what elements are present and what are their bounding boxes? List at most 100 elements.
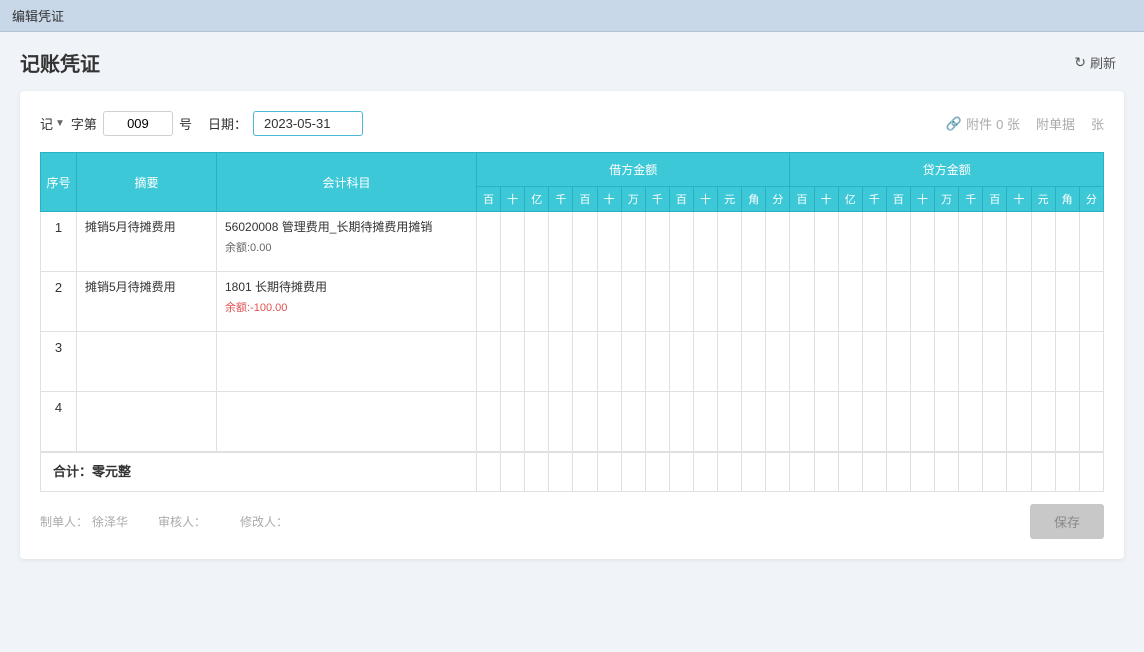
row1-debit-5[interactable] xyxy=(573,212,597,272)
row1-credit-13[interactable] xyxy=(1079,212,1103,272)
row1-debit-7[interactable] xyxy=(621,212,645,272)
row4-credit-10[interactable] xyxy=(1007,392,1031,452)
row1-debit-10[interactable] xyxy=(693,212,717,272)
row2-credit-7[interactable] xyxy=(935,272,959,332)
row3-credit-9[interactable] xyxy=(983,332,1007,392)
row3-debit-3[interactable] xyxy=(525,332,549,392)
row4-credit-6[interactable] xyxy=(910,392,934,452)
row2-debit-10[interactable] xyxy=(693,272,717,332)
row2-account[interactable]: 1801 长期待摊费用 余额:-100.00 xyxy=(217,272,477,332)
row1-seq[interactable]: 1 xyxy=(41,212,77,272)
row3-account[interactable] xyxy=(217,332,477,392)
voucher-number-input[interactable] xyxy=(103,111,173,136)
row3-credit-5[interactable] xyxy=(886,332,910,392)
refresh-button[interactable]: ↻ 刷新 xyxy=(1066,49,1124,76)
row4-credit-11[interactable] xyxy=(1031,392,1055,452)
row4-credit-2[interactable] xyxy=(814,392,838,452)
row1-credit-11[interactable] xyxy=(1031,212,1055,272)
row4-debit-3[interactable] xyxy=(525,392,549,452)
save-button[interactable]: 保存 xyxy=(1030,504,1104,539)
row1-credit-4[interactable] xyxy=(862,212,886,272)
row3-debit-9[interactable] xyxy=(669,332,693,392)
row3-credit-1[interactable] xyxy=(790,332,814,392)
row3-credit-13[interactable] xyxy=(1079,332,1103,392)
row3-debit-2[interactable] xyxy=(501,332,525,392)
row1-debit-6[interactable] xyxy=(597,212,621,272)
row2-debit-2[interactable] xyxy=(501,272,525,332)
row4-debit-6[interactable] xyxy=(597,392,621,452)
row2-summary[interactable]: 摊销5月待摊费用 xyxy=(77,272,217,332)
row2-credit-1[interactable] xyxy=(790,272,814,332)
row4-credit-7[interactable] xyxy=(935,392,959,452)
voucher-type-button[interactable]: 记 ▼ xyxy=(40,114,65,133)
row4-debit-12[interactable] xyxy=(742,392,766,452)
attach-icon-link[interactable]: 🔗 附件 0 张 xyxy=(946,114,1020,133)
row2-credit-12[interactable] xyxy=(1055,272,1079,332)
row2-credit-5[interactable] xyxy=(886,272,910,332)
row4-seq[interactable]: 4 xyxy=(41,392,77,452)
row1-credit-3[interactable] xyxy=(838,212,862,272)
row1-debit-9[interactable] xyxy=(669,212,693,272)
row1-credit-8[interactable] xyxy=(959,212,983,272)
row3-credit-11[interactable] xyxy=(1031,332,1055,392)
row2-credit-3[interactable] xyxy=(838,272,862,332)
row2-credit-6[interactable] xyxy=(910,272,934,332)
row3-credit-12[interactable] xyxy=(1055,332,1079,392)
row3-debit-10[interactable] xyxy=(693,332,717,392)
row4-account[interactable] xyxy=(217,392,477,452)
row4-debit-7[interactable] xyxy=(621,392,645,452)
row1-debit-4[interactable] xyxy=(549,212,573,272)
row3-debit-12[interactable] xyxy=(742,332,766,392)
row2-credit-11[interactable] xyxy=(1031,272,1055,332)
row2-credit-9[interactable] xyxy=(983,272,1007,332)
row1-debit-11[interactable] xyxy=(718,212,742,272)
row4-credit-9[interactable] xyxy=(983,392,1007,452)
row1-debit-3[interactable] xyxy=(525,212,549,272)
row3-credit-3[interactable] xyxy=(838,332,862,392)
row3-debit-13[interactable] xyxy=(766,332,790,392)
row2-credit-8[interactable] xyxy=(959,272,983,332)
attach-receipt-link[interactable]: 附单据 xyxy=(1036,114,1075,133)
row3-debit-6[interactable] xyxy=(597,332,621,392)
row4-debit-10[interactable] xyxy=(693,392,717,452)
row4-credit-1[interactable] xyxy=(790,392,814,452)
row4-debit-11[interactable] xyxy=(718,392,742,452)
row3-credit-2[interactable] xyxy=(814,332,838,392)
row2-seq[interactable]: 2 xyxy=(41,272,77,332)
row1-debit-1[interactable] xyxy=(477,212,501,272)
row2-debit-7[interactable] xyxy=(621,272,645,332)
row4-credit-5[interactable] xyxy=(886,392,910,452)
row1-credit-2[interactable] xyxy=(814,212,838,272)
row4-debit-2[interactable] xyxy=(501,392,525,452)
row1-account[interactable]: 56020008 管理费用_长期待摊费用摊销 余额:0.00 xyxy=(217,212,477,272)
row2-credit-4[interactable] xyxy=(862,272,886,332)
row4-credit-8[interactable] xyxy=(959,392,983,452)
row3-debit-8[interactable] xyxy=(645,332,669,392)
row4-credit-3[interactable] xyxy=(838,392,862,452)
row1-credit-9[interactable] xyxy=(983,212,1007,272)
row4-debit-9[interactable] xyxy=(669,392,693,452)
row4-credit-4[interactable] xyxy=(862,392,886,452)
row2-debit-6[interactable] xyxy=(597,272,621,332)
row2-debit-5[interactable] xyxy=(573,272,597,332)
row4-debit-13[interactable] xyxy=(766,392,790,452)
row3-credit-10[interactable] xyxy=(1007,332,1031,392)
row1-debit-8[interactable] xyxy=(645,212,669,272)
row1-credit-7[interactable] xyxy=(935,212,959,272)
row1-credit-6[interactable] xyxy=(910,212,934,272)
row4-debit-8[interactable] xyxy=(645,392,669,452)
row3-debit-1[interactable] xyxy=(477,332,501,392)
row1-summary[interactable]: 摊销5月待摊费用 xyxy=(77,212,217,272)
row4-summary[interactable] xyxy=(77,392,217,452)
row3-credit-6[interactable] xyxy=(910,332,934,392)
row3-credit-4[interactable] xyxy=(862,332,886,392)
row2-debit-1[interactable] xyxy=(477,272,501,332)
row3-debit-7[interactable] xyxy=(621,332,645,392)
row2-debit-8[interactable] xyxy=(645,272,669,332)
row1-credit-12[interactable] xyxy=(1055,212,1079,272)
row4-debit-4[interactable] xyxy=(549,392,573,452)
row1-debit-13[interactable] xyxy=(766,212,790,272)
row4-credit-13[interactable] xyxy=(1079,392,1103,452)
row3-debit-11[interactable] xyxy=(718,332,742,392)
row3-credit-8[interactable] xyxy=(959,332,983,392)
